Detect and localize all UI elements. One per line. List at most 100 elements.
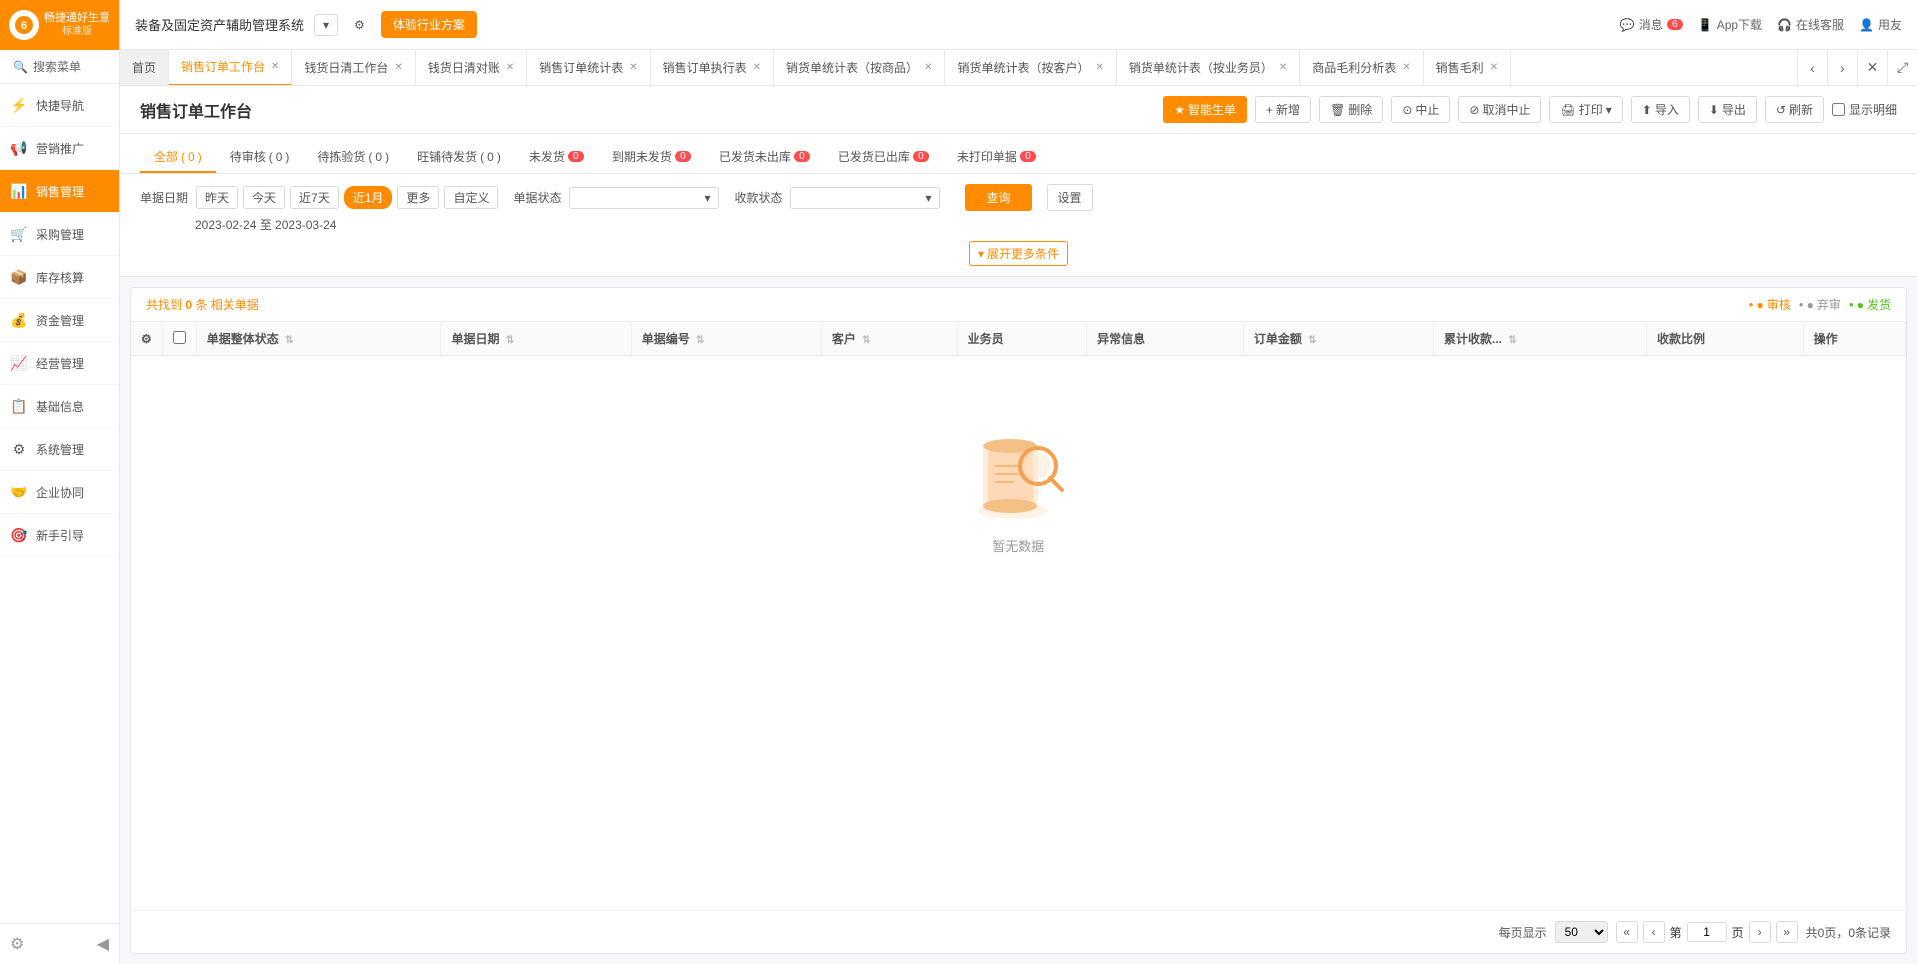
sidebar-item-quick-nav[interactable]: ⚡ 快捷导航 [0, 84, 119, 127]
tab-sales-summary-goods[interactable]: 销货单统计表（按商品） ✕ [774, 50, 945, 86]
filter-tab-pending-review[interactable]: 待审核(0) [216, 142, 304, 173]
tab-sales-stats[interactable]: 销售订单统计表 ✕ [527, 50, 650, 86]
expand-btn[interactable]: ▾ 展开更多条件 [969, 241, 1068, 266]
sidebar-item-operations[interactable]: 📈 经营管理 [0, 342, 119, 385]
sidebar-item-sales[interactable]: 📊 销售管理 [0, 170, 119, 213]
sidebar-settings-icon[interactable]: ⚙ [10, 934, 24, 954]
th-customer[interactable]: 客户 ⇅ [821, 322, 957, 356]
sidebar-item-purchase[interactable]: 🛒 采购管理 [0, 213, 119, 256]
void-action-btn[interactable]: ● 弃审 [1799, 296, 1841, 313]
page-input[interactable] [1687, 922, 1727, 942]
th-received[interactable]: 累计收款... ⇅ [1434, 322, 1647, 356]
filter-tab-delivered-not-out[interactable]: 已发货未出库 0 [705, 142, 824, 173]
sidebar-item-finance[interactable]: 💰 资金管理 [0, 299, 119, 342]
th-staff[interactable]: 业务员 [957, 322, 1086, 356]
sidebar-item-system[interactable]: ⚙ 系统管理 [0, 428, 119, 471]
filter-tab-delivered-out[interactable]: 已发货已出库 0 [824, 142, 943, 173]
th-amount[interactable]: 订单金额 ⇅ [1243, 322, 1433, 356]
filter-tab-wangpu-deliver[interactable]: 旺铺待发货(0) [403, 142, 515, 173]
tab-gross-profit[interactable]: 商品毛利分析表 ✕ [1300, 50, 1423, 86]
tab-cash-daily[interactable]: 钱货日清工作台 ✕ [292, 50, 415, 86]
tab-cash-reconcile[interactable]: 钱货日清对账 ✕ [416, 50, 527, 86]
sidebar-item-guide[interactable]: 🎯 新手引导 [0, 514, 119, 557]
sidebar-search-btn[interactable]: 🔍 搜索菜单 [0, 50, 119, 84]
filter-tab-expired-not-delivered[interactable]: 到期未发货 0 [598, 142, 705, 173]
first-page-btn[interactable]: « [1616, 921, 1638, 943]
th-abnormal[interactable]: 异常信息 [1087, 322, 1244, 356]
audit-action-btn[interactable]: ● 审核 [1749, 296, 1791, 313]
next-page-btn[interactable]: › [1749, 921, 1771, 943]
refresh-btn[interactable]: ↺ 刷新 [1765, 96, 1824, 123]
filter-tab-not-delivered[interactable]: 未发货 0 [515, 142, 598, 173]
select-all-checkbox[interactable] [173, 331, 186, 344]
tab-close-sales-summary-goods[interactable]: ✕ [924, 62, 932, 73]
new-btn[interactable]: + 新增 [1255, 96, 1311, 123]
date-btn-more[interactable]: 更多 [397, 186, 439, 209]
filter-tab-pending-check[interactable]: 待拣验货(0) [303, 142, 403, 173]
payment-select[interactable]: ▾ [790, 187, 940, 209]
th-ratio[interactable]: 收款比例 [1646, 322, 1803, 356]
tab-sales-gross[interactable]: 销售毛利 ✕ [1424, 50, 1511, 86]
tab-scroll-right-btn[interactable]: › [1827, 50, 1857, 86]
status-select[interactable]: ▾ [569, 187, 719, 209]
table-scroll-container[interactable]: ⚙ 单据整体状态 ⇅ 单据日期 [131, 322, 1906, 910]
header-actions: ★ 智能生单 + 新增 🗑 删除 ⊙ 中止 [1163, 96, 1897, 123]
sidebar-item-inventory[interactable]: 📦 库存核算 [0, 256, 119, 299]
filter-tab-not-printed[interactable]: 未打印单据 0 [943, 142, 1050, 173]
prev-page-btn[interactable]: ‹ [1643, 921, 1665, 943]
setting-form-btn[interactable]: 设置 [1047, 184, 1093, 211]
tab-sales-summary-customer[interactable]: 销货单统计表（按客户） ✕ [945, 50, 1116, 86]
tab-close-sales-summary-customer[interactable]: ✕ [1095, 62, 1103, 73]
date-btn-7days[interactable]: 近7天 [290, 186, 339, 209]
import-btn[interactable]: ⬆ 导入 [1631, 96, 1690, 123]
th-checkbox[interactable] [162, 322, 196, 356]
date-btn-1month[interactable]: 近1月 [344, 186, 393, 209]
tab-close-cash-reconcile[interactable]: ✕ [506, 62, 514, 73]
tab-home[interactable]: 首页 [120, 50, 169, 86]
cancel-stop-btn[interactable]: ⊘ 取消中止 [1458, 96, 1541, 123]
tab-close-sales-exec[interactable]: ✕ [753, 62, 761, 73]
export-btn[interactable]: ⬇ 导出 [1698, 96, 1757, 123]
th-number[interactable]: 单据编号 ⇅ [631, 322, 821, 356]
message-btn[interactable]: 💬 消息 6 [1620, 16, 1683, 33]
sidebar-item-basic-info[interactable]: 📋 基础信息 [0, 385, 119, 428]
sidebar-item-enterprise[interactable]: 🤝 企业协同 [0, 471, 119, 514]
tab-close-sales-summary-staff[interactable]: ✕ [1279, 62, 1287, 73]
online-service-btn[interactable]: 🎧 在线客服 [1777, 16, 1844, 33]
tab-maximize-btn[interactable]: ⤢ [1887, 50, 1917, 86]
th-date[interactable]: 单据日期 ⇅ [441, 322, 631, 356]
deliver-action-btn[interactable]: ● 发货 [1849, 296, 1891, 313]
query-btn[interactable]: 查询 [965, 184, 1031, 211]
date-btn-custom[interactable]: 自定义 [444, 186, 498, 209]
show-detail-label[interactable]: 显示明细 [1832, 101, 1897, 118]
tab-close-sales-gross[interactable]: ✕ [1490, 62, 1498, 73]
experience-btn[interactable]: 体验行业方案 [381, 11, 477, 38]
stop-btn[interactable]: ⊙ 中止 [1391, 96, 1450, 123]
user-btn[interactable]: 👤 用友 [1859, 16, 1902, 33]
tab-close-sales-stats[interactable]: ✕ [629, 62, 637, 73]
tab-close-cash-daily[interactable]: ✕ [394, 62, 402, 73]
tab-close-all-btn[interactable]: ✕ [1857, 50, 1887, 86]
date-btn-yesterday[interactable]: 昨天 [196, 186, 238, 209]
tab-close-gross-profit[interactable]: ✕ [1402, 62, 1410, 73]
last-page-btn[interactable]: » [1776, 921, 1798, 943]
filter-tab-all[interactable]: 全部(0) [140, 142, 216, 173]
tab-sales-summary-staff[interactable]: 销货单统计表（按业务员） ✕ [1117, 50, 1300, 86]
tab-close-sales-workbench[interactable]: ✕ [271, 61, 279, 72]
app-download-btn[interactable]: 📱 App下载 [1698, 16, 1762, 33]
print-btn[interactable]: 🖨 打印 ▾ [1549, 96, 1622, 123]
system-dropdown-btn[interactable]: ▾ [314, 14, 338, 36]
date-btn-today[interactable]: 今天 [243, 186, 285, 209]
sidebar-item-marketing[interactable]: 📢 营销推广 [0, 127, 119, 170]
page-size-select[interactable]: 50 100 200 [1555, 921, 1608, 943]
tab-sales-exec[interactable]: 销售订单执行表 ✕ [651, 50, 774, 86]
th-settings[interactable]: ⚙ [131, 322, 162, 356]
column-settings-icon[interactable]: ⚙ [141, 332, 152, 346]
smart-create-btn[interactable]: ★ 智能生单 [1163, 96, 1247, 123]
sidebar-collapse-icon[interactable]: ◀ [97, 934, 109, 954]
tab-sales-workbench[interactable]: 销售订单工作台 ✕ [169, 50, 292, 86]
settings-btn[interactable]: ⚙ [348, 14, 371, 36]
tab-scroll-left-btn[interactable]: ‹ [1797, 50, 1827, 86]
delete-btn[interactable]: 🗑 删除 [1319, 96, 1383, 123]
show-detail-checkbox[interactable] [1832, 103, 1845, 116]
